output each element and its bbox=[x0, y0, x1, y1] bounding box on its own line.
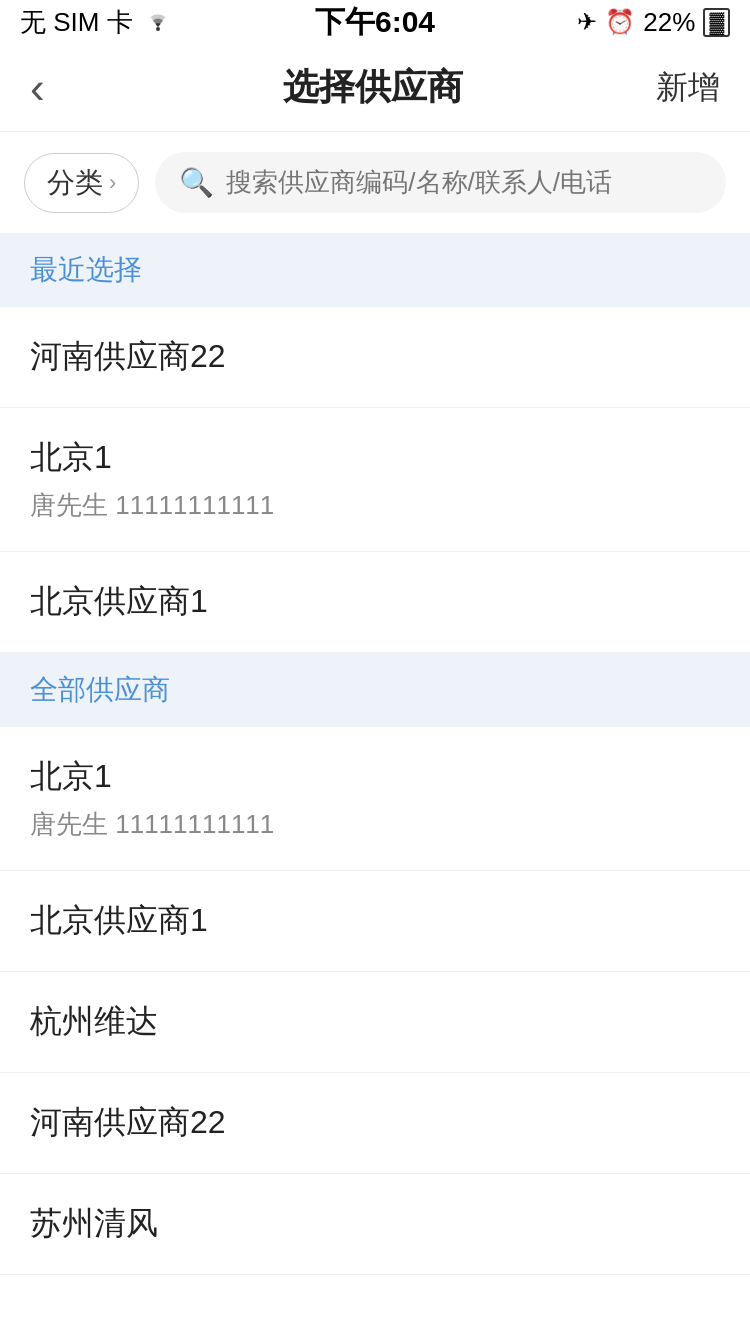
list-item[interactable]: 杭州维达 bbox=[0, 972, 750, 1073]
status-indicators: ✈ ⏰ 22% ▓ bbox=[577, 7, 730, 38]
recent-section-header: 最近选择 bbox=[0, 233, 750, 307]
list-item[interactable]: 北京供应商1 bbox=[0, 871, 750, 972]
chevron-right-icon: › bbox=[109, 170, 116, 196]
recent-section-label: 最近选择 bbox=[30, 254, 142, 285]
filter-bar: 分类 › 🔍 bbox=[0, 132, 750, 233]
page-title: 选择供应商 bbox=[283, 63, 463, 112]
all-items-list: 北京1 唐先生 11111111111 北京供应商1 杭州维达河南供应商22 苏州清风 bbox=[0, 727, 750, 1275]
search-icon: 🔍 bbox=[179, 166, 214, 199]
list-item[interactable]: 苏州清风 bbox=[0, 1174, 750, 1275]
add-button[interactable]: 新增 bbox=[656, 66, 720, 110]
status-carrier-wifi: 无 SIM 卡 bbox=[20, 5, 173, 40]
list-item[interactable]: 北京供应商1 bbox=[0, 552, 750, 653]
item-name: 北京供应商1 bbox=[30, 899, 720, 943]
nav-bar: ‹ 选择供应商 新增 bbox=[0, 44, 750, 132]
wifi-icon bbox=[143, 7, 173, 38]
item-name: 北京1 bbox=[30, 755, 720, 799]
battery-text: 22% bbox=[643, 7, 695, 38]
location-icon: ✈ bbox=[577, 8, 597, 36]
all-section-label: 全部供应商 bbox=[30, 674, 170, 705]
search-box[interactable]: 🔍 bbox=[155, 152, 726, 213]
battery-icon: ▓ bbox=[703, 8, 730, 37]
item-contact: 唐先生 11111111111 bbox=[30, 488, 720, 523]
item-name: 河南供应商22 bbox=[30, 1101, 720, 1145]
item-name: 北京供应商1 bbox=[30, 580, 720, 624]
all-section-header: 全部供应商 bbox=[0, 653, 750, 727]
alarm-icon: ⏰ bbox=[605, 8, 635, 36]
item-name: 河南供应商22 bbox=[30, 335, 720, 379]
list-item[interactable]: 河南供应商22 bbox=[0, 307, 750, 408]
list-item[interactable]: 北京1 唐先生 11111111111 bbox=[0, 727, 750, 871]
category-button[interactable]: 分类 › bbox=[24, 153, 139, 213]
list-item[interactable]: 河南供应商22 bbox=[0, 1073, 750, 1174]
carrier-text: 无 SIM 卡 bbox=[20, 5, 133, 40]
item-name: 苏州清风 bbox=[30, 1202, 720, 1246]
svg-point-0 bbox=[156, 27, 160, 31]
item-contact: 唐先生 11111111111 bbox=[30, 807, 720, 842]
list-item[interactable]: 北京1 唐先生 11111111111 bbox=[0, 408, 750, 552]
status-time: 下午6:04 bbox=[315, 2, 435, 43]
back-button[interactable]: ‹ bbox=[30, 66, 90, 110]
category-label: 分类 bbox=[47, 164, 103, 202]
item-name: 北京1 bbox=[30, 436, 720, 480]
status-bar: 无 SIM 卡 下午6:04 ✈ ⏰ 22% ▓ bbox=[0, 0, 750, 44]
search-input[interactable] bbox=[226, 167, 702, 198]
item-name: 杭州维达 bbox=[30, 1000, 720, 1044]
recent-items-list: 河南供应商22 北京1 唐先生 11111111111 北京供应商1 bbox=[0, 307, 750, 653]
